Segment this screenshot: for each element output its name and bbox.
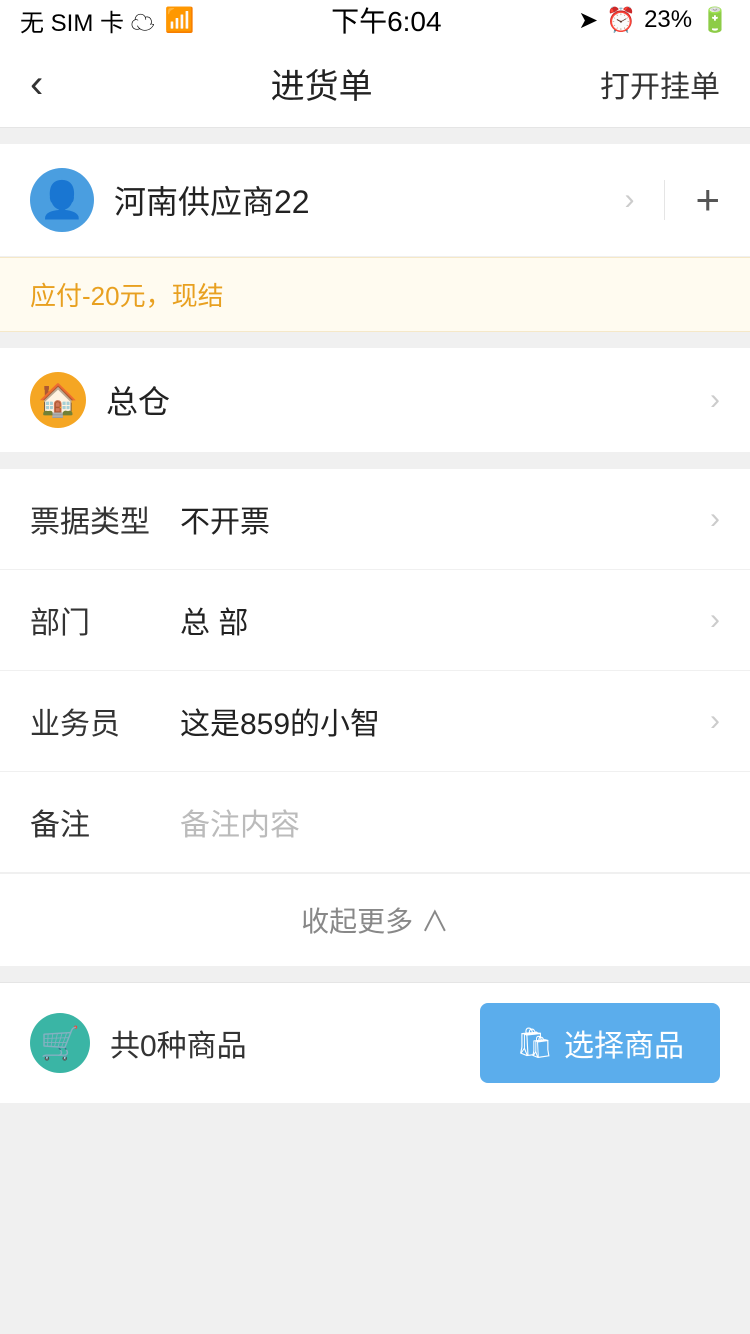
form-section: 票据类型 不开票 › 部门 总 部 › 业务员 这是859的小智 › 备注 备注… xyxy=(0,469,750,966)
collapse-toggle[interactable]: 收起更多 ∧ xyxy=(0,873,750,966)
department-row[interactable]: 部门 总 部 › xyxy=(0,570,750,671)
mid-divider-2 xyxy=(0,453,750,469)
bottom-divider xyxy=(0,966,750,982)
salesperson-value: 这是859的小智 xyxy=(170,699,710,743)
supplier-name: 河南供应商22 xyxy=(114,177,624,223)
supplier-action-divider xyxy=(664,180,665,220)
invoice-type-row[interactable]: 票据类型 不开票 › xyxy=(0,469,750,570)
product-icon-circle: 🛒 xyxy=(30,1013,90,1073)
status-right: ➤ ⏰ 23% 🔋 xyxy=(578,6,730,35)
salesperson-row[interactable]: 业务员 这是859的小智 › xyxy=(0,671,750,772)
collapse-label: 收起更多 ∧ xyxy=(301,900,449,940)
warehouse-icon-circle: 🏠 xyxy=(30,372,86,428)
avatar-icon: 👤 xyxy=(40,179,85,221)
location-icon: ➤ xyxy=(578,6,598,35)
invoice-chevron-icon: › xyxy=(710,502,720,536)
supplier-chevron-icon: › xyxy=(624,183,634,217)
supplier-actions: › + xyxy=(624,179,720,221)
remark-placeholder: 备注内容 xyxy=(170,800,720,844)
battery-icon: 🔋 xyxy=(700,6,730,35)
top-divider xyxy=(0,128,750,144)
alarm-icon: ⏰ xyxy=(606,6,636,35)
select-product-icon: 🛍 xyxy=(516,1026,554,1061)
invoice-type-label: 票据类型 xyxy=(30,497,170,541)
product-icon: 🛒 xyxy=(40,1024,80,1062)
back-button[interactable]: ‹ xyxy=(30,64,43,104)
select-product-label: 选择商品 xyxy=(564,1021,684,1065)
nav-bar: ‹ 进货单 打开挂单 xyxy=(0,40,750,128)
warehouse-icon: 🏠 xyxy=(38,381,78,419)
mid-divider-1 xyxy=(0,332,750,348)
remark-label: 备注 xyxy=(30,800,170,844)
add-button[interactable]: + xyxy=(695,179,720,221)
salesperson-label: 业务员 xyxy=(30,699,170,743)
wifi-icon: 📶 xyxy=(165,6,195,35)
supplier-section: 👤 河南供应商22 › + 应付-20元，现结 xyxy=(0,144,750,332)
product-count: 共0种商品 xyxy=(110,1021,480,1065)
bottom-bar: 🛒 共0种商品 🛍 选择商品 xyxy=(0,982,750,1103)
status-left: 无 SIM 卡 ☁ 📶 xyxy=(20,3,195,38)
status-time: 下午6:04 xyxy=(331,0,442,40)
warehouse-row[interactable]: 🏠 总仓 › xyxy=(0,348,750,453)
supplier-avatar: 👤 xyxy=(30,168,94,232)
battery-label: 23% xyxy=(644,6,692,34)
page-title: 进货单 xyxy=(271,59,373,108)
warehouse-section: 🏠 总仓 › xyxy=(0,348,750,453)
salesperson-chevron-icon: › xyxy=(710,704,720,738)
open-pending-button[interactable]: 打开挂单 xyxy=(600,62,720,106)
department-chevron-icon: › xyxy=(710,603,720,637)
select-product-button[interactable]: 🛍 选择商品 xyxy=(480,1003,720,1083)
department-label: 部门 xyxy=(30,598,170,642)
sim-label: 无 SIM 卡 ☁ xyxy=(20,3,155,38)
supplier-notice: 应付-20元，现结 xyxy=(0,257,750,332)
warehouse-chevron-icon: › xyxy=(710,383,720,417)
status-bar: 无 SIM 卡 ☁ 📶 下午6:04 ➤ ⏰ 23% 🔋 xyxy=(0,0,750,40)
warehouse-name: 总仓 xyxy=(106,377,710,423)
department-value: 总 部 xyxy=(170,598,710,642)
invoice-type-value: 不开票 xyxy=(170,497,710,541)
remark-row[interactable]: 备注 备注内容 xyxy=(0,772,750,873)
supplier-row[interactable]: 👤 河南供应商22 › + xyxy=(0,144,750,257)
